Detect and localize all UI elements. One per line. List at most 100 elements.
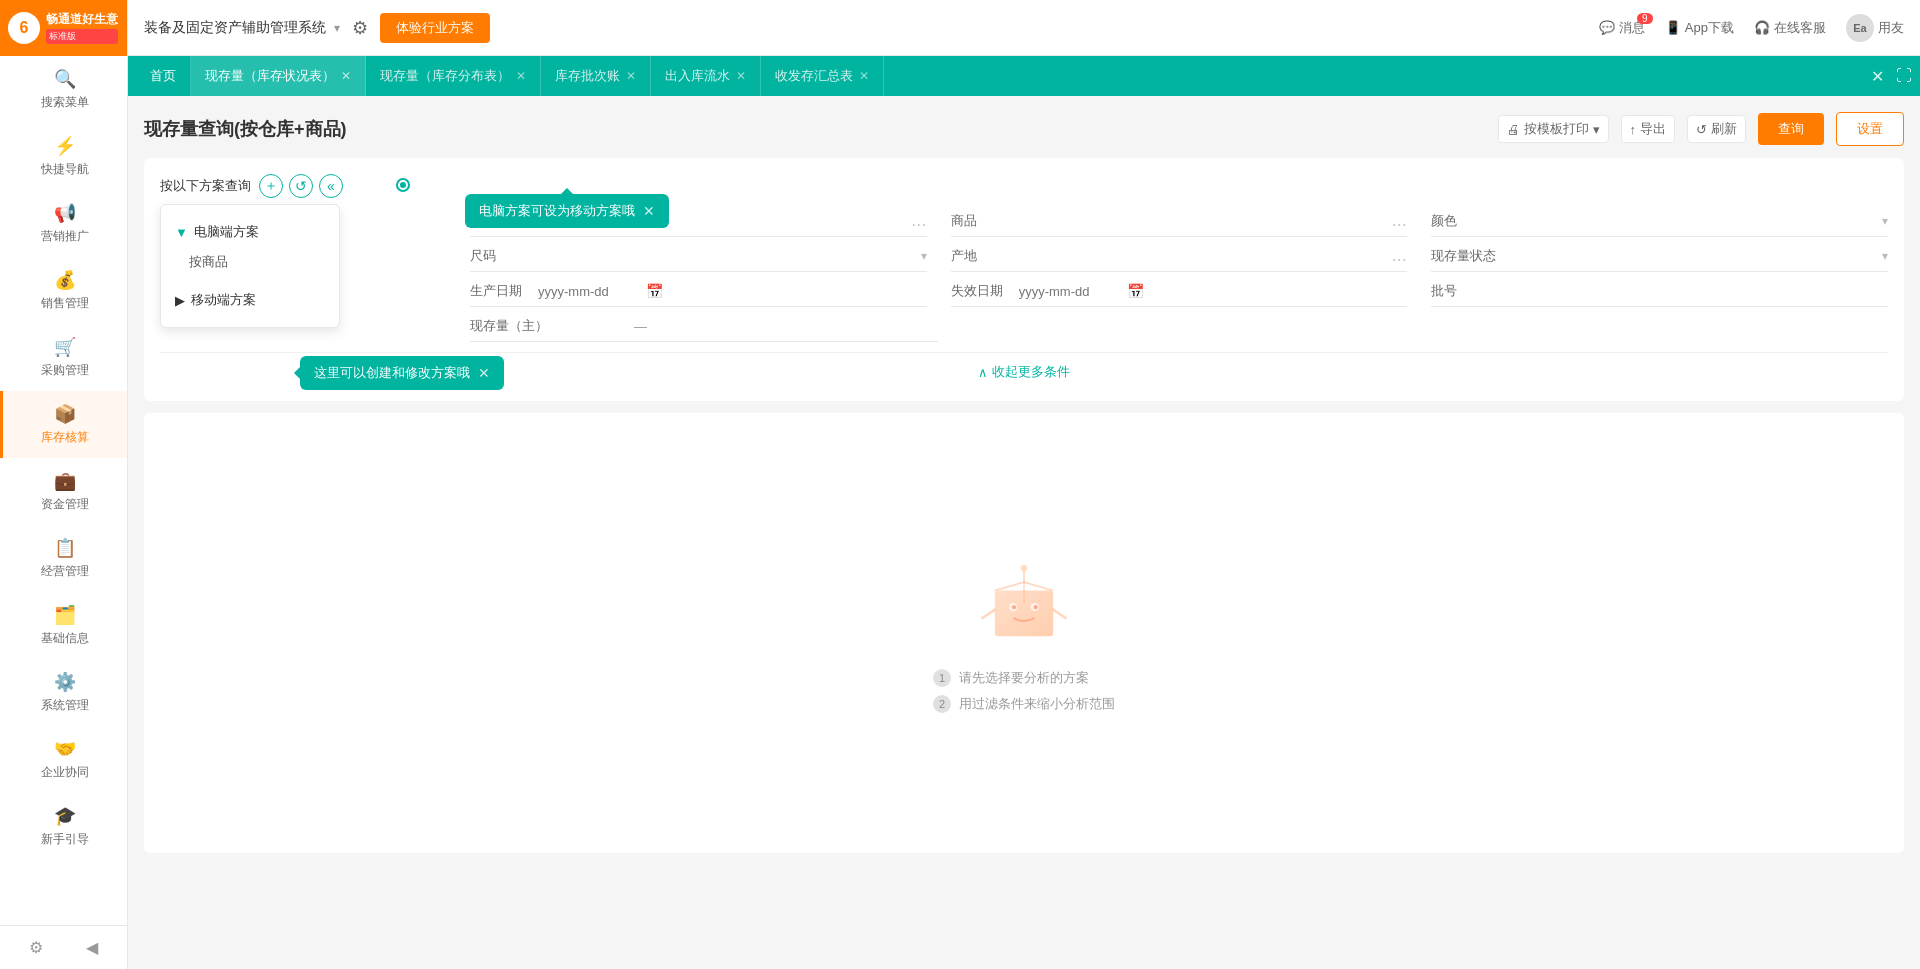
tab-inv-dist[interactable]: 现存量（库存分布表） ✕ xyxy=(366,56,541,96)
tab-close-all-icon[interactable]: ✕ xyxy=(1871,67,1884,86)
support-icon: 🎧 xyxy=(1754,20,1770,35)
sidebar-item-inventory[interactable]: 📦 库存核算 xyxy=(0,391,127,458)
tooltip-text-1: 电脑方案可设为移动方案哦 xyxy=(479,202,635,220)
sidebar-item-label: 基础信息 xyxy=(41,630,89,647)
filter-field-prod-date: 生产日期 📅 xyxy=(470,282,927,307)
origin-dots-icon[interactable]: … xyxy=(1391,247,1407,265)
collapse-up-icon: ∧ xyxy=(978,365,988,380)
exp-date-calendar-icon[interactable]: 📅 xyxy=(1127,283,1144,299)
sidebar-item-label: 营销推广 xyxy=(41,228,89,245)
origin-input[interactable] xyxy=(1019,249,1384,264)
app-download-action[interactable]: 📱 App下载 xyxy=(1665,19,1734,37)
print-chevron-icon: ▾ xyxy=(1593,122,1600,137)
svg-point-7 xyxy=(1021,565,1028,572)
scheme-mobile-header[interactable]: ▶ 移动端方案 xyxy=(161,285,339,315)
filter-actions: ＋ ↺ « xyxy=(259,174,343,198)
operation-icon: 📋 xyxy=(54,537,76,559)
sidebar-item-guide[interactable]: 🎓 新手引导 xyxy=(0,793,127,860)
filter-field-inv-qty: 现存量（主） — xyxy=(470,317,938,342)
tab-inv-dist-close[interactable]: ✕ xyxy=(516,69,526,83)
tab-recv-sum-label: 收发存汇总表 xyxy=(775,67,853,85)
svg-point-4 xyxy=(1012,605,1016,609)
sidebar-item-quicknav[interactable]: ⚡ 快捷导航 xyxy=(0,123,127,190)
tooltip1-close-btn[interactable]: ✕ xyxy=(643,203,655,219)
message-action[interactable]: 💬 消息 9 xyxy=(1599,19,1645,37)
collapse-button[interactable]: ∧ 收起更多条件 xyxy=(978,363,1070,381)
goods-input[interactable] xyxy=(1019,214,1384,229)
exp-date-start[interactable] xyxy=(1019,284,1119,299)
system-chevron-icon[interactable]: ▾ xyxy=(334,21,340,35)
scheme-desktop-header[interactable]: ▼ 电脑端方案 xyxy=(161,217,339,247)
size-chevron-icon[interactable]: ▾ xyxy=(921,249,927,263)
sidebar-settings-btn[interactable]: ⚙ xyxy=(29,938,43,957)
trial-button[interactable]: 体验行业方案 xyxy=(380,13,490,43)
basic-icon: 🗂️ xyxy=(54,604,76,626)
tab-inv-inout-close[interactable]: ✕ xyxy=(736,69,746,83)
logo-icon: 6 xyxy=(8,12,40,44)
size-label: 尺码 xyxy=(470,247,530,265)
filter-field-batch: 批号 xyxy=(1431,282,1888,307)
batch-input[interactable] xyxy=(1499,284,1888,299)
color-chevron-icon[interactable]: ▾ xyxy=(1882,214,1888,228)
export-button[interactable]: ↑ 导出 xyxy=(1621,115,1676,143)
tab-maximize-icon[interactable]: ⛶ xyxy=(1896,67,1912,85)
sidebar-item-label: 企业协同 xyxy=(41,764,89,781)
sidebar-item-purchase[interactable]: 🛒 采购管理 xyxy=(0,324,127,391)
filter-row-2: 尺码 ▾ 产地 … 现存量状态 ▾ xyxy=(470,247,1888,272)
sidebar-item-operation[interactable]: 📋 经营管理 xyxy=(0,525,127,592)
filter-add-btn[interactable]: ＋ xyxy=(259,174,283,198)
sidebar-item-search[interactable]: 🔍 搜索菜单 xyxy=(0,56,127,123)
filter-row-1: 仓库 … 商品 … 颜色 ▾ xyxy=(470,212,1888,237)
goods-dots-icon[interactable]: … xyxy=(1391,212,1407,230)
color-label: 颜色 xyxy=(1431,212,1491,230)
tab-home[interactable]: 首页 xyxy=(136,56,191,96)
prod-date-start-calendar-icon[interactable]: 📅 xyxy=(646,283,663,299)
topbar-settings-icon[interactable]: ⚙ xyxy=(352,17,368,39)
warehouse-dots-icon[interactable]: … xyxy=(911,212,927,230)
tab-inv-inout[interactable]: 出入库流水 ✕ xyxy=(651,56,761,96)
prod-date-start[interactable] xyxy=(538,284,638,299)
tip-text-1: 请先选择要分析的方案 xyxy=(959,669,1089,687)
sidebar-item-system[interactable]: ⚙️ 系统管理 xyxy=(0,659,127,726)
inv-qty-label: 现存量（主） xyxy=(470,317,548,335)
tab-inv-batch-close[interactable]: ✕ xyxy=(626,69,636,83)
tab-inv-status[interactable]: 现存量（库存状况表） ✕ xyxy=(191,56,366,96)
sidebar-item-enterprise[interactable]: 🤝 企业协同 xyxy=(0,726,127,793)
print-button[interactable]: 🖨 按模板打印 ▾ xyxy=(1498,115,1609,143)
empty-tip-1: 1 请先选择要分析的方案 xyxy=(933,669,1115,687)
query-button[interactable]: 查询 xyxy=(1758,113,1824,145)
user-profile[interactable]: Ea 用友 xyxy=(1846,14,1904,42)
tab-recv-sum-close[interactable]: ✕ xyxy=(859,69,869,83)
sidebar-item-basic[interactable]: 🗂️ 基础信息 xyxy=(0,592,127,659)
sidebar-item-finance[interactable]: 💼 资金管理 xyxy=(0,458,127,525)
support-action[interactable]: 🎧 在线客服 xyxy=(1754,19,1826,37)
settings-button[interactable]: 设置 xyxy=(1836,112,1904,146)
filter-row-4: 现存量（主） — xyxy=(470,317,1888,342)
inv-status-input[interactable] xyxy=(1504,249,1874,264)
filter-back-btn[interactable]: « xyxy=(319,174,343,198)
size-input[interactable] xyxy=(538,249,913,264)
finance-icon: 💼 xyxy=(54,470,76,492)
filter-refresh-btn[interactable]: ↺ xyxy=(289,174,313,198)
origin-label: 产地 xyxy=(951,247,1011,265)
filter-field-origin: 产地 … xyxy=(951,247,1408,272)
sidebar-item-sales[interactable]: 💰 销售管理 xyxy=(0,257,127,324)
tooltip2-close-btn[interactable]: ✕ xyxy=(478,365,490,381)
tab-inv-status-close[interactable]: ✕ xyxy=(341,69,351,83)
inv-qty-max[interactable] xyxy=(655,319,725,334)
sidebar-item-label: 库存核算 xyxy=(41,429,89,446)
tab-inv-batch[interactable]: 库存批次账 ✕ xyxy=(541,56,651,96)
refresh-button[interactable]: ↺ 刷新 xyxy=(1687,115,1746,143)
color-input[interactable] xyxy=(1499,214,1874,229)
sidebar-collapse-btn[interactable]: ◀ xyxy=(86,938,98,957)
support-label: 在线客服 xyxy=(1774,19,1826,37)
page-header: 现存量查询(按仓库+商品) 🖨 按模板打印 ▾ ↑ 导出 ↺ 刷新 查询 设置 xyxy=(144,112,1904,146)
inv-status-chevron-icon[interactable]: ▾ xyxy=(1882,249,1888,263)
sidebar-item-marketing[interactable]: 📢 营销推广 xyxy=(0,190,127,257)
svg-line-8 xyxy=(982,610,995,618)
sidebar-item-label: 系统管理 xyxy=(41,697,89,714)
scheme-item-by-goods[interactable]: 按商品 xyxy=(161,247,339,277)
tab-recv-sum[interactable]: 收发存汇总表 ✕ xyxy=(761,56,884,96)
inv-qty-min[interactable] xyxy=(556,319,626,334)
sidebar-item-label: 采购管理 xyxy=(41,362,89,379)
